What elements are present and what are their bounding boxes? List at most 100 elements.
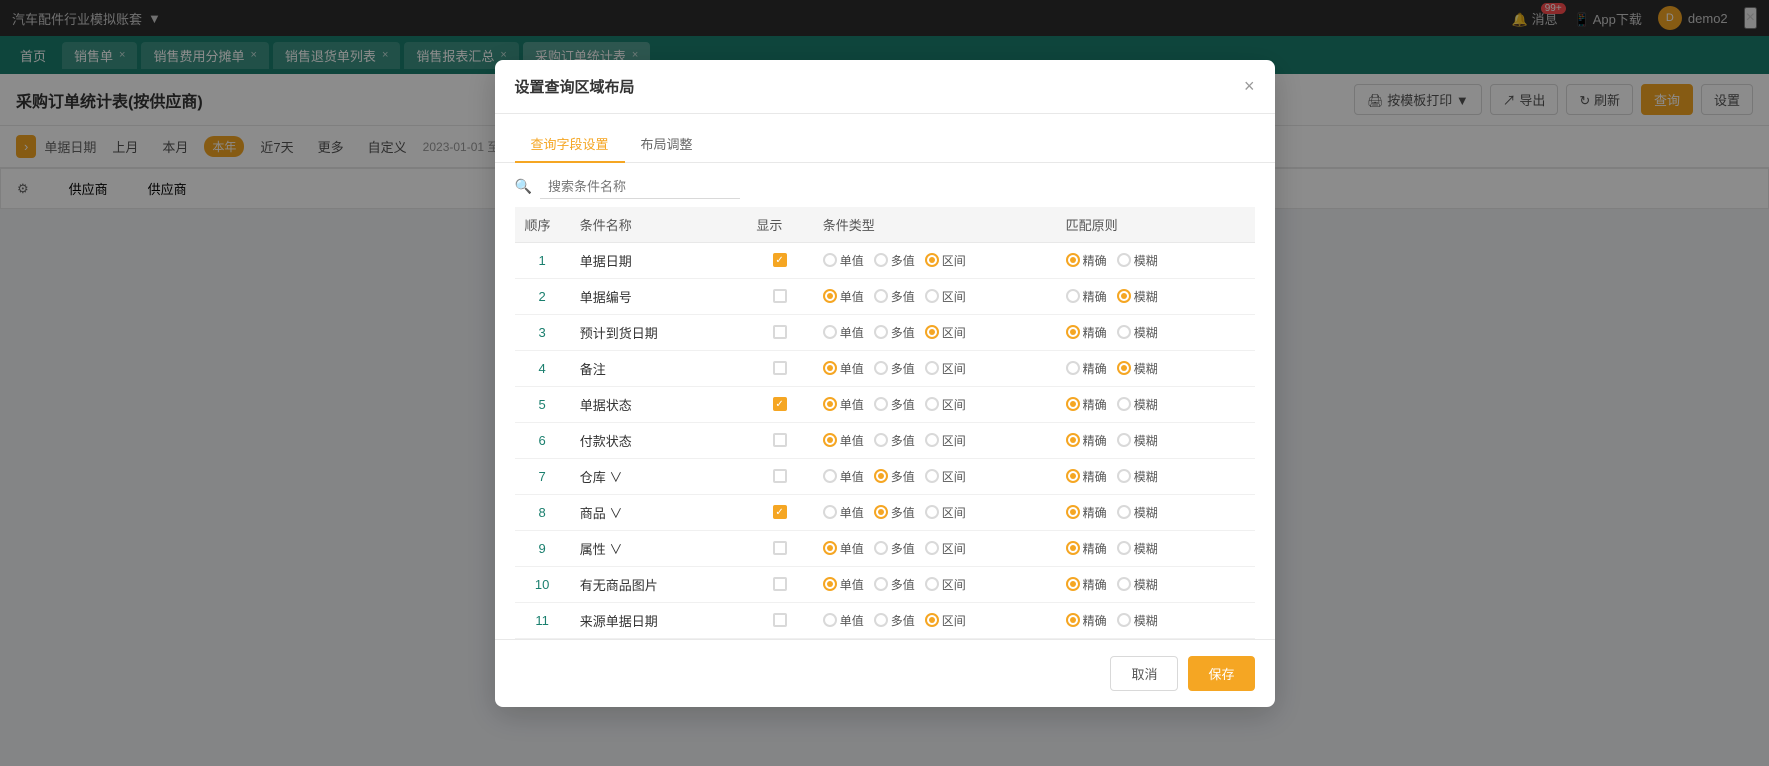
cell-show-2[interactable] xyxy=(746,314,812,350)
radio-type_single-1[interactable]: 单值 xyxy=(823,288,864,305)
cell-show-8[interactable] xyxy=(746,530,812,566)
radio-type_multi-9[interactable]: 多值 xyxy=(874,576,915,593)
radio-type_single-7[interactable]: 单值 xyxy=(823,504,864,521)
radio-type_single-5[interactable]: 单值 xyxy=(823,432,864,449)
radio-type_single-9[interactable]: 单值 xyxy=(823,576,864,593)
cell-show-7[interactable]: ✓ xyxy=(746,494,812,530)
show-checkbox-3[interactable] xyxy=(756,361,802,375)
radio-match_exact-4[interactable]: 精确 xyxy=(1066,396,1107,413)
radio-match_fuzzy-9[interactable]: 模糊 xyxy=(1117,576,1158,593)
radio-match_exact-7[interactable]: 精确 xyxy=(1066,504,1107,521)
radio-type_range-9[interactable]: 区间 xyxy=(925,576,966,593)
radio-label-match_fuzzy-3: 模糊 xyxy=(1134,360,1158,377)
checkbox-sq-9[interactable] xyxy=(773,577,787,591)
checkbox-sq-5[interactable] xyxy=(773,433,787,447)
radio-match_exact-0[interactable]: 精确 xyxy=(1066,252,1107,269)
radio-match_fuzzy-1[interactable]: 模糊 xyxy=(1117,288,1158,305)
cell-show-1[interactable] xyxy=(746,278,812,314)
cell-show-3[interactable] xyxy=(746,350,812,386)
radio-match_exact-3[interactable]: 精确 xyxy=(1066,360,1107,377)
radio-type_single-10[interactable]: 单值 xyxy=(823,612,864,629)
radio-type_range-5[interactable]: 区间 xyxy=(925,432,966,449)
radio-type_single-4[interactable]: 单值 xyxy=(823,396,864,413)
radio-match_fuzzy-4[interactable]: 模糊 xyxy=(1117,396,1158,413)
checkbox-sq-2[interactable] xyxy=(773,325,787,339)
radio-type_range-0[interactable]: 区间 xyxy=(925,252,966,269)
show-checkbox-6[interactable] xyxy=(756,469,802,483)
radio-match_fuzzy-8[interactable]: 模糊 xyxy=(1117,540,1158,557)
radio-match_exact-2[interactable]: 精确 xyxy=(1066,324,1107,341)
match-radio-group-2: 精确模糊 xyxy=(1066,324,1245,341)
checkbox-sq-7[interactable]: ✓ xyxy=(773,505,787,519)
radio-match_fuzzy-2[interactable]: 模糊 xyxy=(1117,324,1158,341)
radio-type_multi-2[interactable]: 多值 xyxy=(874,324,915,341)
radio-type_range-2[interactable]: 区间 xyxy=(925,324,966,341)
radio-type_multi-7[interactable]: 多值 xyxy=(874,504,915,521)
radio-match_fuzzy-3[interactable]: 模糊 xyxy=(1117,360,1158,377)
cancel-button[interactable]: 取消 xyxy=(1110,656,1178,691)
radio-type_multi-3[interactable]: 多值 xyxy=(874,360,915,377)
cell-show-10[interactable] xyxy=(746,602,812,638)
radio-type_multi-0[interactable]: 多值 xyxy=(874,252,915,269)
dialog-close-button[interactable]: × xyxy=(1244,76,1255,97)
radio-type_single-3[interactable]: 单值 xyxy=(823,360,864,377)
radio-match_exact-10[interactable]: 精确 xyxy=(1066,612,1107,629)
radio-type_range-1[interactable]: 区间 xyxy=(925,288,966,305)
radio-type_range-10[interactable]: 区间 xyxy=(925,612,966,629)
checkbox-sq-0[interactable]: ✓ xyxy=(773,253,787,267)
search-input[interactable] xyxy=(540,175,740,199)
radio-match_fuzzy-7[interactable]: 模糊 xyxy=(1117,504,1158,521)
show-checkbox-2[interactable] xyxy=(756,325,802,339)
tab-query-fields[interactable]: 查询字段设置 xyxy=(515,126,625,163)
radio-type_range-3[interactable]: 区间 xyxy=(925,360,966,377)
tab-layout-adjust[interactable]: 布局调整 xyxy=(625,126,709,163)
radio-match_exact-1[interactable]: 精确 xyxy=(1066,288,1107,305)
radio-type_multi-4[interactable]: 多值 xyxy=(874,396,915,413)
radio-type_range-4[interactable]: 区间 xyxy=(925,396,966,413)
radio-type_multi-10[interactable]: 多值 xyxy=(874,612,915,629)
radio-type_range-7[interactable]: 区间 xyxy=(925,504,966,521)
radio-match_fuzzy-10[interactable]: 模糊 xyxy=(1117,612,1158,629)
cell-show-6[interactable] xyxy=(746,458,812,494)
radio-circle-match_exact-2 xyxy=(1066,325,1080,339)
radio-match_exact-8[interactable]: 精确 xyxy=(1066,540,1107,557)
radio-match_exact-6[interactable]: 精确 xyxy=(1066,468,1107,485)
show-checkbox-9[interactable] xyxy=(756,577,802,591)
checkbox-sq-1[interactable] xyxy=(773,289,787,303)
checkbox-sq-6[interactable] xyxy=(773,469,787,483)
cell-order-4: 5 xyxy=(515,386,570,422)
cell-match-5: 精确模糊 xyxy=(1056,422,1255,458)
checkbox-sq-10[interactable] xyxy=(773,613,787,627)
radio-match_exact-9[interactable]: 精确 xyxy=(1066,576,1107,593)
radio-type_multi-1[interactable]: 多值 xyxy=(874,288,915,305)
show-checkbox-1[interactable] xyxy=(756,289,802,303)
save-button[interactable]: 保存 xyxy=(1188,656,1254,691)
radio-type_multi-5[interactable]: 多值 xyxy=(874,432,915,449)
radio-match_fuzzy-5[interactable]: 模糊 xyxy=(1117,432,1158,449)
show-checkbox-8[interactable] xyxy=(756,541,802,555)
radio-type_multi-6[interactable]: 多值 xyxy=(874,468,915,485)
show-checkbox-5[interactable] xyxy=(756,433,802,447)
radio-match_fuzzy-6[interactable]: 模糊 xyxy=(1117,468,1158,485)
radio-type_multi-8[interactable]: 多值 xyxy=(874,540,915,557)
cell-show-4[interactable]: ✓ xyxy=(746,386,812,422)
cell-show-5[interactable] xyxy=(746,422,812,458)
show-checkbox-7[interactable]: ✓ xyxy=(756,505,802,519)
show-checkbox-10[interactable] xyxy=(756,613,802,627)
cell-show-9[interactable] xyxy=(746,566,812,602)
radio-type_single-0[interactable]: 单值 xyxy=(823,252,864,269)
radio-match_exact-5[interactable]: 精确 xyxy=(1066,432,1107,449)
checkbox-sq-8[interactable] xyxy=(773,541,787,555)
radio-type_range-8[interactable]: 区间 xyxy=(925,540,966,557)
radio-match_fuzzy-0[interactable]: 模糊 xyxy=(1117,252,1158,269)
radio-type_single-8[interactable]: 单值 xyxy=(823,540,864,557)
show-checkbox-0[interactable]: ✓ xyxy=(756,253,802,267)
checkbox-sq-3[interactable] xyxy=(773,361,787,375)
show-checkbox-4[interactable]: ✓ xyxy=(756,397,802,411)
radio-type_single-2[interactable]: 单值 xyxy=(823,324,864,341)
cell-show-0[interactable]: ✓ xyxy=(746,242,812,278)
radio-type_range-6[interactable]: 区间 xyxy=(925,468,966,485)
radio-type_single-6[interactable]: 单值 xyxy=(823,468,864,485)
radio-label-type_single-0: 单值 xyxy=(840,252,864,269)
checkbox-sq-4[interactable]: ✓ xyxy=(773,397,787,411)
